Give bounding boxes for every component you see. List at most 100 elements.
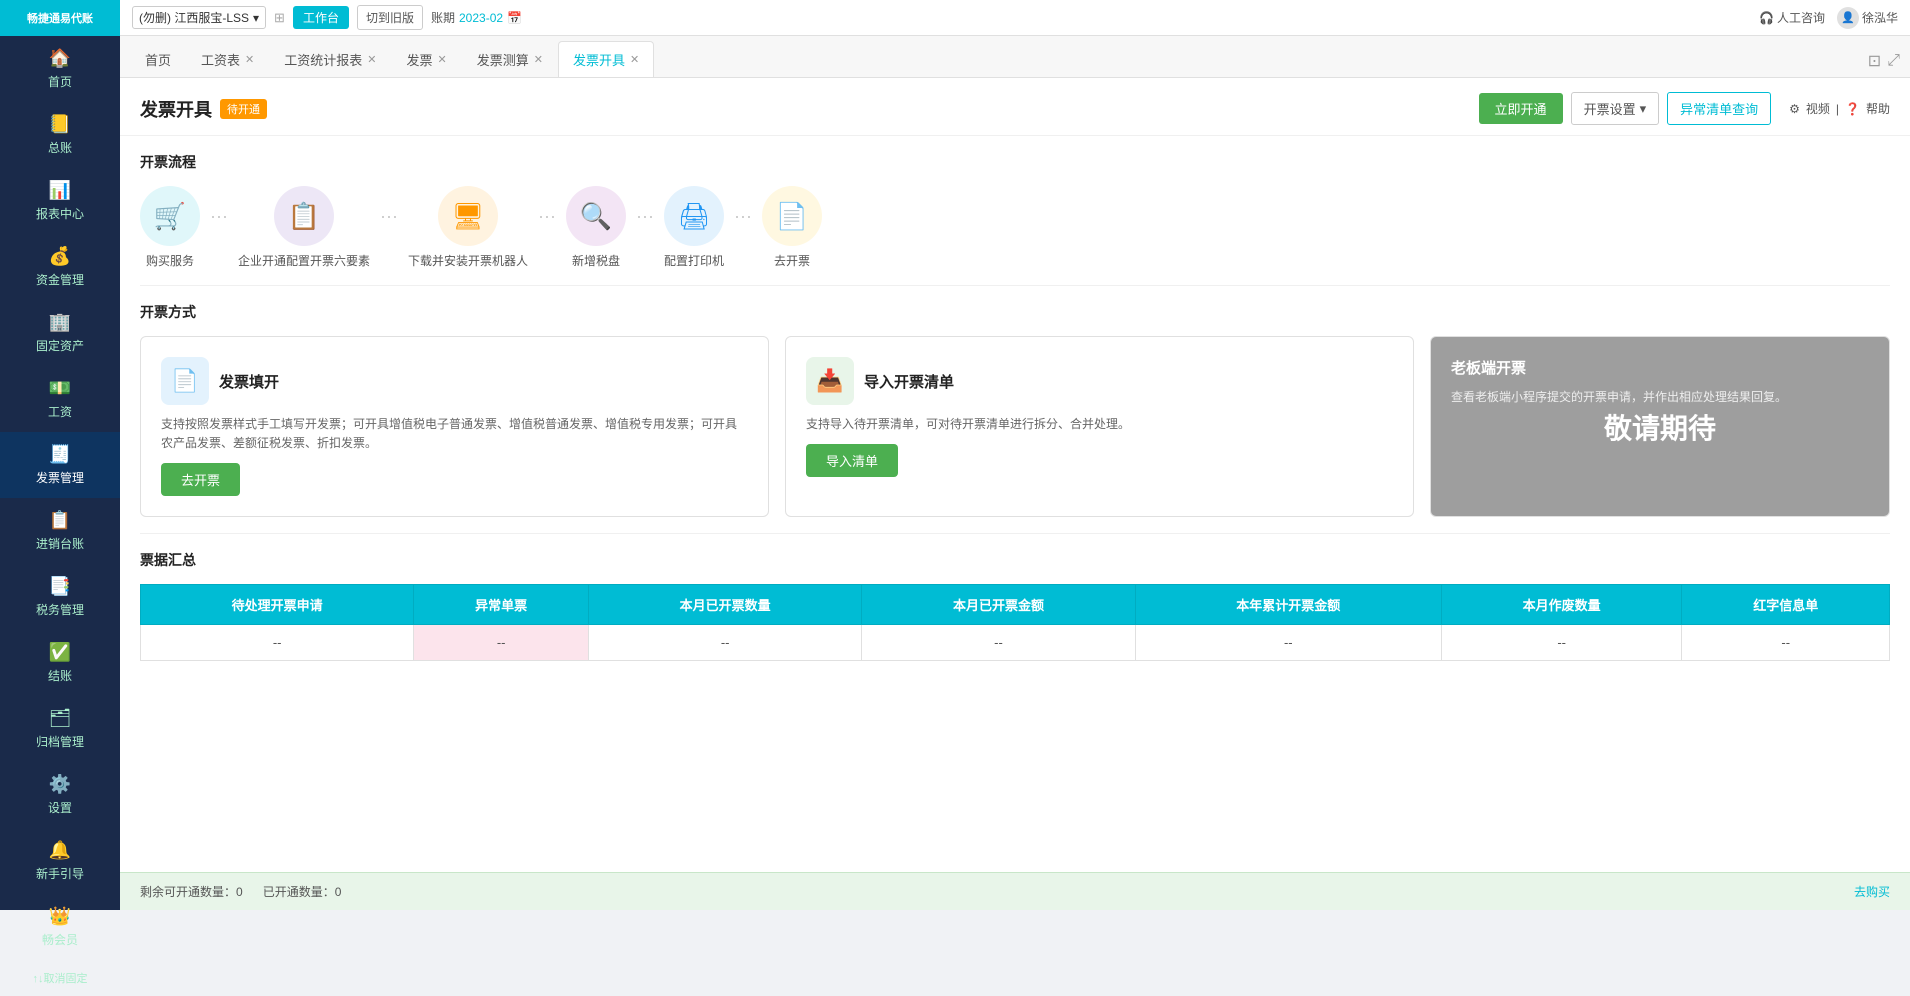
method-card-manual: 📄 发票填开 支持按照发票样式手工填写开发票；可开具增值税电子普通发票、增值税普… xyxy=(140,336,769,517)
calendar-icon[interactable]: 📅 xyxy=(507,11,522,25)
configure-icon: 📋 xyxy=(274,186,334,246)
tab-close-salary-table[interactable]: ✕ xyxy=(245,53,254,66)
guide-icon: 🔔 xyxy=(49,840,71,861)
sidebar-item-assets[interactable]: 🏢 固定资产 xyxy=(0,300,120,366)
step-arrow-5: ⋯ xyxy=(734,207,752,248)
chevron-down-icon: ▾ xyxy=(1640,101,1647,117)
cell-annual-amount: -- xyxy=(1135,625,1441,661)
sidebar-item-funds[interactable]: 💰 资金管理 xyxy=(0,234,120,300)
printer-icon: 🖨 xyxy=(664,186,724,246)
sidebar-item-reports[interactable]: 📊 报表中心 xyxy=(0,168,120,234)
page-title: 发票开具 xyxy=(140,96,212,122)
tab-home[interactable]: 首页 xyxy=(130,41,186,77)
abnormal-query-button[interactable]: 异常清单查询 xyxy=(1667,92,1771,125)
sidebar-item-ledger[interactable]: 📒 总账 xyxy=(0,102,120,168)
retro-button[interactable]: 切到旧版 xyxy=(357,5,423,30)
step-arrow-3: ⋯ xyxy=(538,207,556,248)
sidebar-item-purchase[interactable]: 📋 进销台账 xyxy=(0,498,120,564)
sidebar-logo[interactable]: 畅捷通易代账 xyxy=(0,0,120,36)
col-pending: 待处理开票申请 xyxy=(141,585,414,625)
process-step-openinvoice[interactable]: 📄 去开票 xyxy=(762,186,822,269)
tab-invoice-calc[interactable]: 发票测算 ✕ xyxy=(462,41,558,77)
archive-icon: 🗂 xyxy=(49,708,72,729)
purchase-icon: 📋 xyxy=(49,510,71,531)
cell-abnormal: -- xyxy=(414,625,589,661)
header-actions: 立即开通 开票设置 ▾ 异常清单查询 ⚙ 视频 | ❓ 帮助 xyxy=(1479,92,1890,125)
summary-section: 票据汇总 待处理开票申请 异常单票 本月已开票数量 本月已开票金额 本年累计开票… xyxy=(120,534,1910,677)
settle-icon: ✅ xyxy=(49,642,71,663)
methods-section: 开票方式 📄 发票填开 支持按照发票样式手工填写开发票；可开具增值税电子普通发票… xyxy=(120,286,1910,533)
tab-close-invoice[interactable]: ✕ xyxy=(438,53,447,66)
table-row: -- -- -- -- -- -- -- xyxy=(141,625,1890,661)
sidebar-item-guide[interactable]: 🔔 新手引导 xyxy=(0,828,120,894)
avatar: 👤 xyxy=(1837,7,1859,29)
summary-section-title: 票据汇总 xyxy=(140,550,1890,570)
sidebar-item-settings[interactable]: ⚙️ 设置 xyxy=(0,762,120,828)
tab-invoice-tool[interactable]: 发票开具 ✕ xyxy=(558,41,654,77)
col-monthly-amount: 本月已开票金额 xyxy=(862,585,1135,625)
col-void-count: 本月作废数量 xyxy=(1441,585,1681,625)
page-content: 发票开具 待开通 立即开通 开票设置 ▾ 异常清单查询 ⚙ 视频 | ❓ 帮助 xyxy=(120,78,1910,872)
process-step-taxdisk[interactable]: 🔍 新增税盘 xyxy=(566,186,626,269)
go-open-invoice-button[interactable]: 去开票 xyxy=(161,463,240,496)
col-annual-amount: 本年累计开票金额 xyxy=(1135,585,1441,625)
opened-label: 已开通数量：0 xyxy=(263,883,342,900)
import-invoice-icon: 📥 xyxy=(806,357,854,405)
sidebar-item-home[interactable]: 🏠 首页 xyxy=(0,36,120,102)
company-select[interactable]: (勿删) 江西服宝-LSS ▾ xyxy=(132,6,266,29)
immediate-open-button[interactable]: 立即开通 xyxy=(1479,93,1563,124)
taxdisk-icon: 🔍 xyxy=(566,186,626,246)
buy-link[interactable]: 去购买 xyxy=(1854,883,1890,900)
help-icon: ❓ xyxy=(1845,102,1860,116)
sidebar-item-invoice[interactable]: 🧾 发票管理 xyxy=(0,432,120,498)
tab-close-invoice-tool[interactable]: ✕ xyxy=(630,53,639,66)
process-step-download[interactable]: 🖥 下载并安装开票机器人 xyxy=(408,186,528,269)
sidebar-item-salary[interactable]: 💵 工资 xyxy=(0,366,120,432)
sidebar-item-archive[interactable]: 🗂 归档管理 xyxy=(0,696,120,762)
summary-table: 待处理开票申请 异常单票 本月已开票数量 本月已开票金额 本年累计开票金额 本月… xyxy=(140,584,1890,661)
copy-icon: ⊞ xyxy=(274,10,285,26)
main-area: (勿删) 江西服宝-LSS ▾ ⊞ 工作台 切到旧版 账期 2023-02 📅 … xyxy=(120,0,1910,910)
cell-pending: -- xyxy=(141,625,414,661)
cell-monthly-count: -- xyxy=(589,625,862,661)
chevron-down-icon: ▾ xyxy=(253,11,259,25)
process-step-buy[interactable]: 🛒 购买服务 xyxy=(140,186,200,269)
manual-invoice-icon: 📄 xyxy=(161,357,209,405)
tab-salary-stats[interactable]: 工资统计报表 ✕ xyxy=(269,41,391,77)
restore-icon[interactable]: ⊡ xyxy=(1868,51,1881,71)
method-card-manual-header: 📄 发票填开 xyxy=(161,357,748,405)
user-profile[interactable]: 👤 徐泓华 xyxy=(1837,7,1898,29)
status-badge: 待开通 xyxy=(220,99,267,119)
funds-icon: 💰 xyxy=(49,246,71,267)
sidebar-item-settle[interactable]: ✅ 结账 xyxy=(0,630,120,696)
invoice-icon: 🧾 xyxy=(49,444,71,465)
sidebar-item-member[interactable]: 👑 畅会员 xyxy=(0,894,120,960)
process-step-printer[interactable]: 🖨 配置打印机 xyxy=(664,186,724,269)
open-settings-button[interactable]: 开票设置 ▾ xyxy=(1571,92,1660,125)
maximize-icon[interactable]: ⤢ xyxy=(1887,52,1900,70)
tab-close-invoice-calc[interactable]: ✕ xyxy=(534,53,543,66)
sidebar-item-tax[interactable]: 📑 税务管理 xyxy=(0,564,120,630)
topbar-left: (勿删) 江西服宝-LSS ▾ ⊞ 工作台 切到旧版 账期 2023-02 📅 xyxy=(132,5,522,30)
company-label: (勿删) 江西服宝-LSS xyxy=(139,9,249,26)
consultation-link[interactable]: 🎧 人工咨询 xyxy=(1759,9,1825,26)
import-list-button[interactable]: 导入清单 xyxy=(806,444,898,477)
settings-icon: ⚙️ xyxy=(49,774,71,795)
tab-invoice[interactable]: 发票 ✕ xyxy=(391,41,461,77)
video-icon: ⚙ xyxy=(1789,102,1800,116)
sidebar-pin-toggle[interactable]: ↑↓取消固定 xyxy=(0,960,120,996)
cell-red-info: -- xyxy=(1682,625,1890,661)
old-platform-card: 老板端开票 查看老板端小程序提交的开票申请，并作出相应处理结果回复。 敬请期待 xyxy=(1430,336,1890,517)
methods-section-title: 开票方式 xyxy=(140,302,1890,322)
process-step-configure[interactable]: 📋 企业开通配置开票六要素 xyxy=(238,186,370,269)
tab-salary-table[interactable]: 工资表 ✕ xyxy=(186,41,269,77)
col-monthly-count: 本月已开票数量 xyxy=(589,585,862,625)
remaining-label: 剩余可开通数量：0 xyxy=(140,883,243,900)
bottom-bar: 剩余可开通数量：0 已开通数量：0 去购买 xyxy=(120,872,1910,910)
tab-close-salary-stats[interactable]: ✕ xyxy=(367,53,376,66)
sep: | xyxy=(1836,102,1839,116)
workstation-button[interactable]: 工作台 xyxy=(293,6,349,29)
process-steps: 🛒 购买服务 ⋯ 📋 企业开通配置开票六要素 ⋯ 🖥 下载并安装开票机器人 ⋯ … xyxy=(140,186,1890,269)
openinvoice-icon: 📄 xyxy=(762,186,822,246)
bottom-bar-info: 剩余可开通数量：0 已开通数量：0 xyxy=(140,883,341,900)
